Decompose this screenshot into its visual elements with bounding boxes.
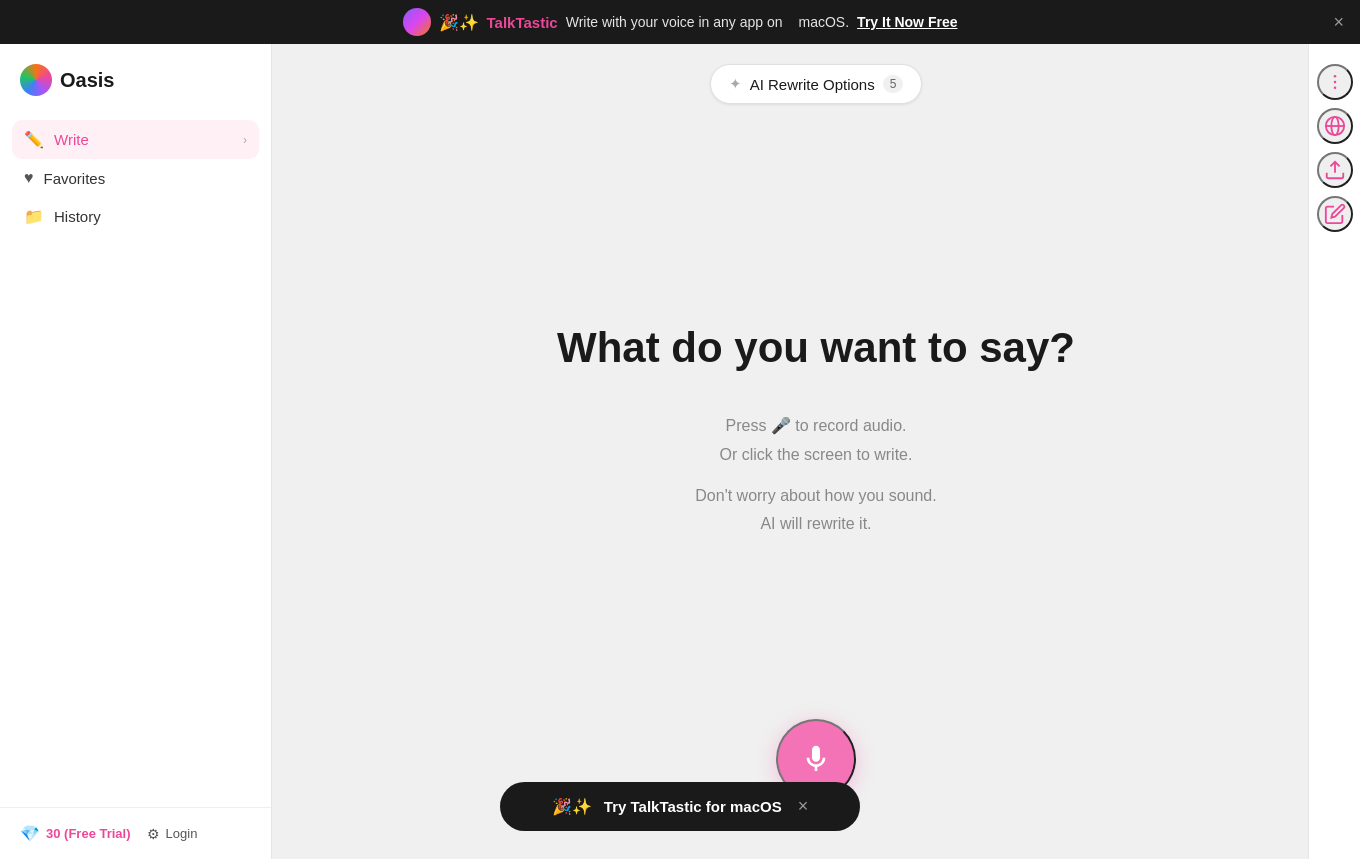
oasis-logo-text: Oasis (60, 69, 114, 92)
folder-icon: 📁 (24, 207, 44, 226)
edit-icon (1324, 203, 1346, 225)
sparkle-icon: ✦ (729, 75, 742, 93)
instruction-line-3: Don't worry about how you sound. (695, 482, 936, 511)
chevron-right-icon: › (243, 133, 247, 147)
ai-rewrite-count-badge: 5 (883, 75, 904, 93)
main-heading: What do you want to say? (557, 324, 1075, 372)
login-button[interactable]: ⚙ Login (147, 826, 198, 842)
edit-button[interactable] (1317, 196, 1353, 232)
instruction-line-2: Or click the screen to write. (695, 441, 936, 470)
sidebar-item-favorites[interactable]: ♥ Favorites (12, 159, 259, 197)
upload-button[interactable] (1317, 152, 1353, 188)
sidebar-item-favorites-label: Favorites (44, 170, 106, 187)
toast-close-button[interactable]: × (798, 796, 809, 817)
banner-close-button[interactable]: × (1333, 13, 1344, 31)
ai-rewrite-label: AI Rewrite Options (750, 76, 875, 93)
banner-party-emoji: 🎉✨ (439, 13, 479, 32)
banner-cta-link[interactable]: Try It Now Free (857, 14, 957, 30)
oasis-logo-icon (20, 64, 52, 96)
svg-point-1 (1333, 81, 1336, 84)
credits-badge[interactable]: 💎 30 (Free Trial) (20, 824, 131, 843)
globe-icon (1324, 115, 1346, 137)
more-dots-icon (1325, 72, 1345, 92)
instruction-line-4: AI will rewrite it. (695, 510, 936, 539)
bottom-toast: 🎉✨ Try TalkTastic for macOS × (500, 782, 860, 831)
main-toolbar: ✦ AI Rewrite Options 5 (272, 44, 1360, 104)
heart-icon: ♥ (24, 169, 34, 187)
instructions-text: Press 🎤 to record audio. Or click the sc… (695, 412, 936, 539)
sidebar-item-write-label: Write (54, 131, 89, 148)
gem-icon: 💎 (20, 824, 40, 843)
more-options-button[interactable] (1317, 64, 1353, 100)
banner-brand-name: TalkTastic (487, 14, 558, 31)
login-label: Login (166, 826, 198, 841)
credits-label: 30 (Free Trial) (46, 826, 131, 841)
svg-point-0 (1333, 75, 1336, 78)
sidebar: Oasis ✏️ Write › ♥ Favorites 📁 History 💎… (0, 44, 272, 859)
instruction-line-1: Press 🎤 to record audio. (695, 412, 936, 441)
banner-description: Write with your voice in any app on (566, 14, 783, 30)
top-banner: 🎉✨ TalkTastic Write with your voice in a… (0, 0, 1360, 44)
sidebar-item-history[interactable]: 📁 History (12, 197, 259, 236)
gear-icon: ⚙ (147, 826, 160, 842)
sidebar-item-write[interactable]: ✏️ Write › (12, 120, 259, 159)
banner-platform: macOS. (799, 14, 850, 30)
svg-point-2 (1333, 87, 1336, 90)
logo-area: Oasis (0, 44, 271, 112)
globe-button[interactable] (1317, 108, 1353, 144)
upload-icon (1324, 159, 1346, 181)
write-icon: ✏️ (24, 130, 44, 149)
sidebar-navigation: ✏️ Write › ♥ Favorites 📁 History (0, 112, 271, 807)
ai-rewrite-button[interactable]: ✦ AI Rewrite Options 5 (710, 64, 923, 104)
toast-emoji: 🎉✨ (552, 797, 592, 816)
banner-avatar (403, 8, 431, 36)
main-content: ✦ AI Rewrite Options 5 What do you want … (272, 44, 1360, 859)
mic-svg-icon (800, 743, 832, 775)
right-toolbar (1308, 44, 1360, 859)
toast-cta-link[interactable]: Try TalkTastic for macOS (604, 798, 782, 815)
sidebar-item-history-label: History (54, 208, 101, 225)
app-layout: Oasis ✏️ Write › ♥ Favorites 📁 History 💎… (0, 0, 1360, 859)
sidebar-footer: 💎 30 (Free Trial) ⚙ Login (0, 807, 271, 859)
